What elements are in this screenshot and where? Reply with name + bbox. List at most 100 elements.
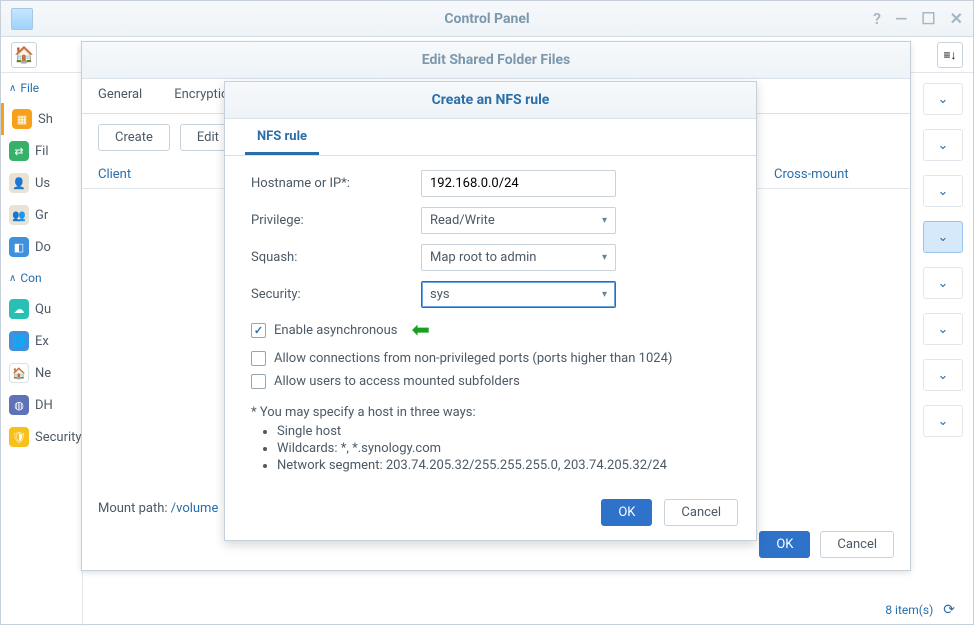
user-icon: 👤	[9, 173, 29, 193]
chevron-up-icon: ∧	[9, 273, 16, 284]
mount-path-value: /volume	[171, 501, 219, 516]
ok-button[interactable]: OK	[759, 531, 810, 558]
hint-item: Network segment: 203.74.205.32/255.255.2…	[277, 458, 730, 473]
hint-item: Single host	[277, 424, 730, 439]
create-nfs-rule-dialog: Create an NFS rule NFS rule Hostname or …	[224, 81, 757, 541]
folder-icon: ▦	[12, 109, 32, 129]
sidebar-item-label: DH	[35, 398, 53, 413]
sidebar-item-group[interactable]: 👥 Gr	[1, 199, 82, 231]
chevron-down-icon: ▾	[602, 252, 607, 263]
hint-intro: * You may specify a host in three ways:	[251, 405, 730, 420]
sidebar-item-shared[interactable]: ▦ Sh	[1, 103, 82, 135]
nonpriv-ports-checkbox[interactable]	[251, 351, 266, 366]
chevron-down-icon: ⌄	[938, 92, 949, 107]
chevron-up-icon: ∧	[9, 83, 16, 94]
file-services-icon: ⇄	[9, 141, 29, 161]
mounted-subfolders-checkbox[interactable]	[251, 374, 266, 389]
squash-value: Map root to admin	[430, 250, 536, 265]
dhcp-icon: ◍	[9, 395, 29, 415]
sidebar-item-label: Us	[35, 176, 50, 191]
sidebar-item-label: Ex	[35, 334, 49, 349]
sidebar-item-label: Sh	[38, 112, 53, 127]
sidebar-group-connectivity[interactable]: ∧ Con	[1, 263, 82, 293]
cancel-button[interactable]: Cancel	[664, 499, 738, 526]
hostname-input[interactable]	[421, 170, 616, 197]
dialog-title: Create an NFS rule	[225, 82, 756, 119]
sidebar-group-file[interactable]: ∧ File	[1, 73, 82, 103]
sidebar: ∧ File ▦ Sh ⇄ Fil 👤 Us 👥 Gr ◧ Do ∧ Con ☁	[1, 73, 83, 626]
maximize-icon[interactable]: ☐	[921, 9, 935, 28]
sidebar-item-security[interactable]: 🛡 Security	[1, 421, 82, 453]
network-icon: 🏠	[9, 363, 29, 383]
accordion-toggle[interactable]: ⌄	[923, 267, 963, 299]
squash-select[interactable]: Map root to admin ▾	[421, 244, 616, 271]
sort-button[interactable]: ≡↓	[937, 42, 963, 68]
home-button[interactable]: 🏠	[11, 42, 37, 68]
group-icon: 👥	[9, 205, 29, 225]
globe-icon: 🌐	[9, 331, 29, 351]
subtab-nfs-rule[interactable]: NFS rule	[245, 119, 319, 155]
shield-icon: 🛡	[9, 427, 29, 447]
accordion-toggle[interactable]: ⌄	[923, 83, 963, 115]
accordion-toggle[interactable]: ⌄	[923, 175, 963, 207]
squash-label: Squash:	[251, 250, 421, 265]
chevron-down-icon: ⌄	[938, 322, 949, 337]
accordion-toggle[interactable]: ⌄	[923, 359, 963, 391]
create-button[interactable]: Create	[98, 124, 170, 151]
security-select[interactable]: sys ▾	[421, 281, 616, 308]
sidebar-item-user[interactable]: 👤 Us	[1, 167, 82, 199]
sidebar-item-external[interactable]: 🌐 Ex	[1, 325, 82, 357]
mount-path-label: Mount path:	[98, 501, 171, 516]
chevron-down-icon: ⌄	[938, 230, 949, 245]
hint-text: * You may specify a host in three ways: …	[251, 405, 730, 473]
annotation-arrow-icon: ⬅	[411, 318, 429, 343]
sidebar-item-quickconnect[interactable]: ☁ Qu	[1, 293, 82, 325]
accordion-toggle[interactable]: ⌄	[923, 129, 963, 161]
mounted-subfolders-label: Allow users to access mounted subfolders	[274, 374, 520, 389]
enable-async-checkbox[interactable]	[251, 323, 266, 338]
ok-button[interactable]: OK	[601, 499, 652, 526]
hostname-label: Hostname or IP*:	[251, 176, 421, 191]
accordion-toggle[interactable]: ⌄	[923, 313, 963, 345]
chevron-down-icon: ⌄	[938, 414, 949, 429]
item-count-text: 8 item(s)	[885, 603, 933, 617]
hint-item: Wildcards: *, *.synology.com	[277, 441, 730, 456]
sort-icon: ≡↓	[943, 48, 956, 62]
accordion-column: ⌄ ⌄ ⌄ ⌄ ⌄ ⌄ ⌄ ⌄	[923, 83, 963, 586]
sidebar-item-network[interactable]: 🏠 Ne	[1, 357, 82, 389]
cancel-button[interactable]: Cancel	[820, 531, 894, 558]
accordion-toggle[interactable]: ⌄	[923, 405, 963, 437]
sidebar-group-label: Con	[20, 271, 41, 285]
sidebar-item-label: Do	[35, 240, 51, 255]
sidebar-item-domain[interactable]: ◧ Do	[1, 231, 82, 263]
chevron-down-icon: ⌄	[938, 368, 949, 383]
window-minimize-icon[interactable]: —	[895, 9, 907, 28]
minimize-icon[interactable]: ?	[873, 9, 881, 28]
domain-icon: ◧	[9, 237, 29, 257]
chevron-down-icon: ▾	[602, 289, 607, 300]
sidebar-item-label: Gr	[35, 208, 48, 223]
chevron-down-icon: ⌄	[938, 276, 949, 291]
chevron-down-icon: ⌄	[938, 184, 949, 199]
chevron-down-icon: ▾	[602, 215, 607, 226]
enable-async-label: Enable asynchronous	[274, 323, 397, 338]
accordion-toggle[interactable]: ⌄	[923, 221, 963, 253]
privilege-select[interactable]: Read/Write ▾	[421, 207, 616, 234]
reload-icon[interactable]: ⟳	[943, 602, 955, 618]
sidebar-group-label: File	[20, 81, 39, 95]
col-crossmount[interactable]: Cross-mount	[774, 167, 894, 182]
tab-general[interactable]: General	[82, 79, 158, 113]
home-icon: 🏠	[14, 45, 34, 64]
sidebar-item-dhcp[interactable]: ◍ DH	[1, 389, 82, 421]
sidebar-item-label: Fil	[35, 144, 49, 159]
dialog-title: Edit Shared Folder Files	[82, 42, 910, 79]
mount-path: Mount path: /volume	[98, 501, 218, 516]
security-label: Security:	[251, 287, 421, 302]
cloud-icon: ☁	[9, 299, 29, 319]
item-count: 8 item(s) ⟳	[885, 602, 955, 618]
close-icon[interactable]: ✕	[950, 9, 963, 28]
window-titlebar: Control Panel ? — ☐ ✕	[1, 1, 973, 37]
security-value: sys	[430, 287, 450, 302]
sidebar-item-label: Qu	[35, 302, 51, 317]
sidebar-item-file[interactable]: ⇄ Fil	[1, 135, 82, 167]
